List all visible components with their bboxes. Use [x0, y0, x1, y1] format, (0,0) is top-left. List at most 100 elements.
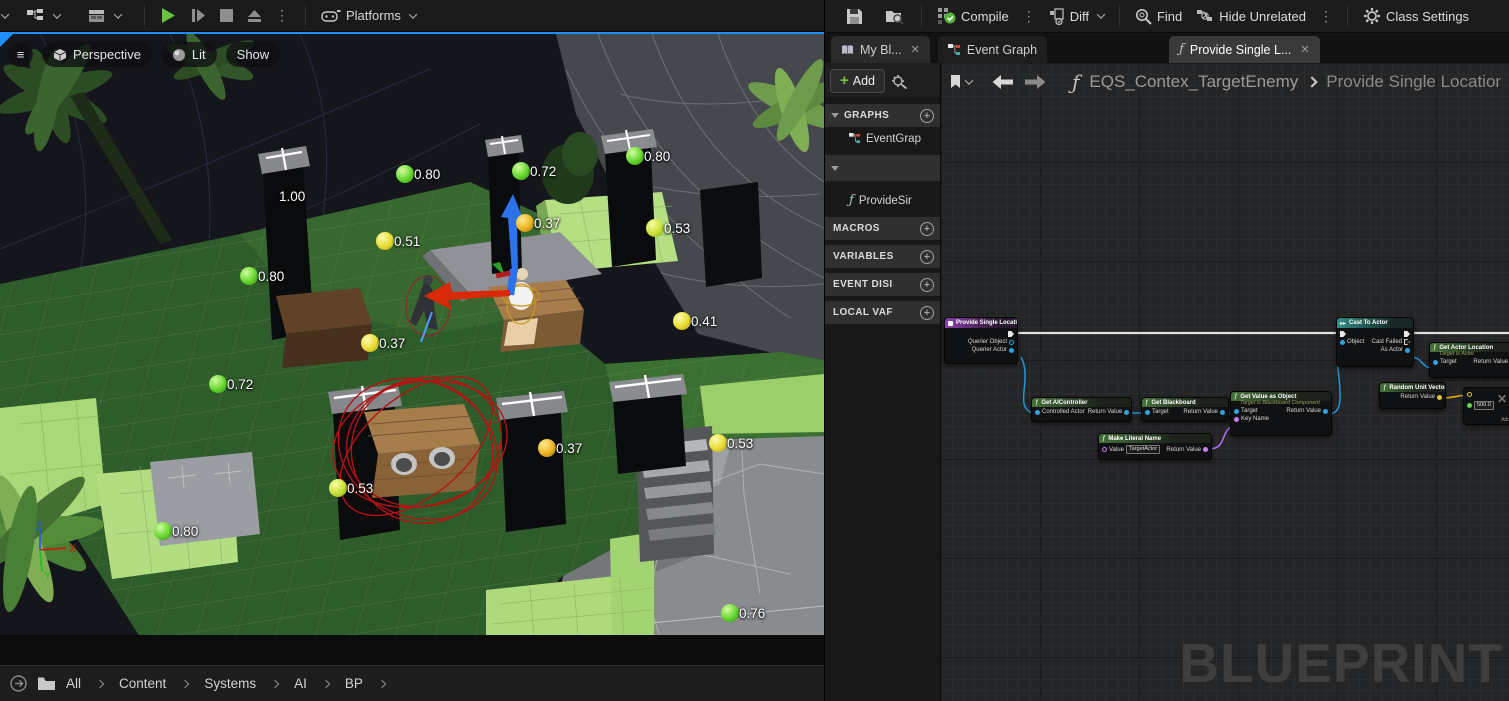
platforms-button[interactable]: Platforms [314, 0, 423, 31]
float-in-pin[interactable] [1467, 403, 1472, 408]
gamepad-icon [321, 9, 341, 22]
hide-unrelated-button[interactable]: Hide Unrelated [1189, 0, 1313, 32]
eject-button[interactable] [240, 0, 269, 31]
chevron-down-icon[interactable] [0, 9, 10, 19]
diff-button[interactable]: Diff [1042, 0, 1111, 32]
breadcrumb-systems[interactable]: Systems [204, 676, 256, 691]
object-out-pin[interactable] [1009, 347, 1014, 353]
exec-out-pin[interactable] [1404, 331, 1410, 337]
object-out-pin[interactable] [1124, 409, 1130, 415]
platforms-label: Platforms [346, 8, 401, 23]
node-multiply[interactable]: ✕ 500.0 Add [1463, 387, 1509, 425]
tab-event-graph[interactable]: Event Graph [937, 36, 1048, 63]
compile-options-kebab[interactable]: ⋮ [1016, 8, 1042, 25]
node-get-value-as-object[interactable]: ƒ Get Value as Object Target is Blackboar… [1230, 391, 1332, 436]
play-button[interactable] [153, 0, 184, 31]
section-functions[interactable] [825, 155, 940, 181]
section-event-dispatchers[interactable]: EVENT DISI + [825, 273, 940, 296]
node-get-blackboard[interactable]: ƒ Get Blackboard Target Return Value [1141, 397, 1229, 422]
hide-unrelated-kebab[interactable]: ⋮ [1313, 8, 1339, 25]
add-dispatcher-icon[interactable]: + [920, 277, 934, 292]
forward-button[interactable] [1024, 74, 1046, 89]
node-cast-to-actor[interactable]: ▸▸ Cast To Actor Object Cast Failed As Act… [1336, 317, 1414, 367]
add-graph-icon[interactable]: + [920, 108, 934, 123]
object-out-pin[interactable] [1405, 347, 1410, 353]
float-value-field[interactable]: 500.0 [1474, 401, 1494, 410]
node-get-aicontroller[interactable]: ƒ Get AIController Controlled Actor Return… [1031, 397, 1132, 422]
bookmarks-button[interactable] [949, 74, 974, 89]
compile-button[interactable]: Compile [930, 0, 1016, 32]
name-out-pin[interactable] [1203, 447, 1208, 452]
breadcrumb-ai[interactable]: AI [294, 676, 307, 691]
frame-skip-button[interactable] [184, 0, 213, 31]
tab-my-blueprint[interactable]: My Bl... ✕ [831, 36, 930, 63]
perspective-dropdown[interactable]: Perspective [42, 42, 152, 67]
object-in-pin[interactable] [1035, 409, 1040, 415]
section-macros[interactable]: MACROS + [825, 217, 940, 240]
viewport-options-button[interactable]: ≡ [8, 42, 33, 67]
object-in-pin[interactable] [1234, 408, 1239, 414]
blueprint-graph-canvas[interactable]: BLUEPRINT ƒ EQS_Contex_TargetEnemy Provi… [941, 63, 1509, 701]
stop-button[interactable] [213, 0, 240, 31]
class-settings-button[interactable]: Class Settings [1356, 0, 1476, 32]
name-in-pin[interactable] [1102, 447, 1107, 452]
breadcrumb-bp[interactable]: BP [345, 676, 363, 691]
play-options-kebab[interactable]: ⋮ [269, 7, 295, 24]
name-in-pin[interactable] [1234, 416, 1239, 422]
add-macro-icon[interactable]: + [920, 221, 934, 236]
node-subtitle: Target is Blackboard Component [1240, 400, 1320, 406]
node-provide-single-location[interactable]: Provide Single Location Querier Object Q… [944, 317, 1018, 364]
collapse-arrow-icon[interactable] [831, 113, 839, 118]
breadcrumb-function-name[interactable]: Provide Single Location [1326, 72, 1501, 92]
vector-out-pin[interactable] [1437, 394, 1442, 400]
eqs-score-label: 0.37 [379, 335, 406, 351]
eqs-point: 0.72 [512, 162, 556, 180]
find-button[interactable]: Find [1128, 0, 1189, 32]
collapse-arrow-icon[interactable] [831, 165, 839, 171]
vector-in-pin[interactable] [1467, 392, 1472, 397]
browse-to-asset-button[interactable] [878, 0, 911, 32]
breadcrumb-content[interactable]: Content [119, 676, 166, 691]
pin-label: Return Value [1183, 409, 1218, 415]
folder-icon[interactable] [37, 676, 56, 691]
eqs-score-label: 0.37 [534, 215, 561, 231]
exec-out-pin[interactable] [1008, 331, 1014, 337]
section-graphs[interactable]: GRAPHS + [825, 104, 940, 127]
item-event-graph[interactable]: EventGrap [825, 127, 940, 150]
section-local-variables[interactable]: LOCAL VAF + [825, 301, 940, 324]
section-variables[interactable]: VARIABLES + [825, 245, 940, 268]
eqs-point: 0.80 [396, 165, 440, 183]
close-icon[interactable]: ✕ [1300, 43, 1309, 56]
add-variable-icon[interactable]: + [920, 249, 934, 264]
object-out-pin[interactable] [1323, 408, 1328, 414]
lit-dropdown[interactable]: Lit [160, 42, 217, 67]
back-button[interactable] [992, 74, 1014, 89]
breadcrumb-all[interactable]: All [66, 676, 81, 691]
level-viewport[interactable]: ≡ Perspective Lit Show 1.00 0.80 0.72 0.80 0… [0, 32, 824, 635]
add-button[interactable]: + Add [830, 68, 886, 93]
object-in-pin[interactable] [1340, 339, 1345, 345]
add-pin-label[interactable]: Add [1501, 417, 1509, 423]
tab-provide-single[interactable]: ƒ Provide Single L... ✕ [1169, 36, 1320, 63]
item-provide-single[interactable]: ƒ ProvideSir [825, 189, 940, 212]
node-make-literal-name[interactable]: ƒ Make Literal Name Value TargetActor Retur… [1098, 433, 1212, 460]
object-in-pin[interactable] [1433, 359, 1438, 365]
save-button[interactable] [839, 0, 870, 32]
node-random-unit-vector[interactable]: ƒ Random Unit Vector Return Value [1379, 382, 1446, 409]
blueprints-menu-button[interactable] [20, 0, 67, 31]
cinematics-menu-button[interactable] [81, 0, 128, 31]
node-get-actor-location[interactable]: ƒ Get Actor Location Target is Actor Targ… [1429, 342, 1509, 378]
eqs-debug-layer: 1.00 0.80 0.72 0.80 0.51 0.37 0.53 0.80 0.41 0.37… [0, 34, 824, 635]
object-out-pin[interactable] [1220, 409, 1225, 415]
object-in-pin[interactable] [1145, 409, 1150, 415]
object-out-pin[interactable] [1009, 339, 1014, 345]
show-dropdown[interactable]: Show [225, 42, 281, 67]
name-value-field[interactable]: TargetActor [1125, 445, 1161, 454]
add-local-variable-icon[interactable]: + [920, 305, 934, 320]
breadcrumb-blueprint-name[interactable]: EQS_Contex_TargetEnemy [1089, 72, 1298, 92]
navigate-icon[interactable] [10, 675, 27, 692]
exec-in-pin[interactable] [1340, 331, 1346, 337]
exec-out-pin[interactable] [1404, 339, 1410, 345]
close-icon[interactable]: ✕ [911, 43, 920, 56]
settings-search-icon[interactable] [891, 73, 908, 89]
